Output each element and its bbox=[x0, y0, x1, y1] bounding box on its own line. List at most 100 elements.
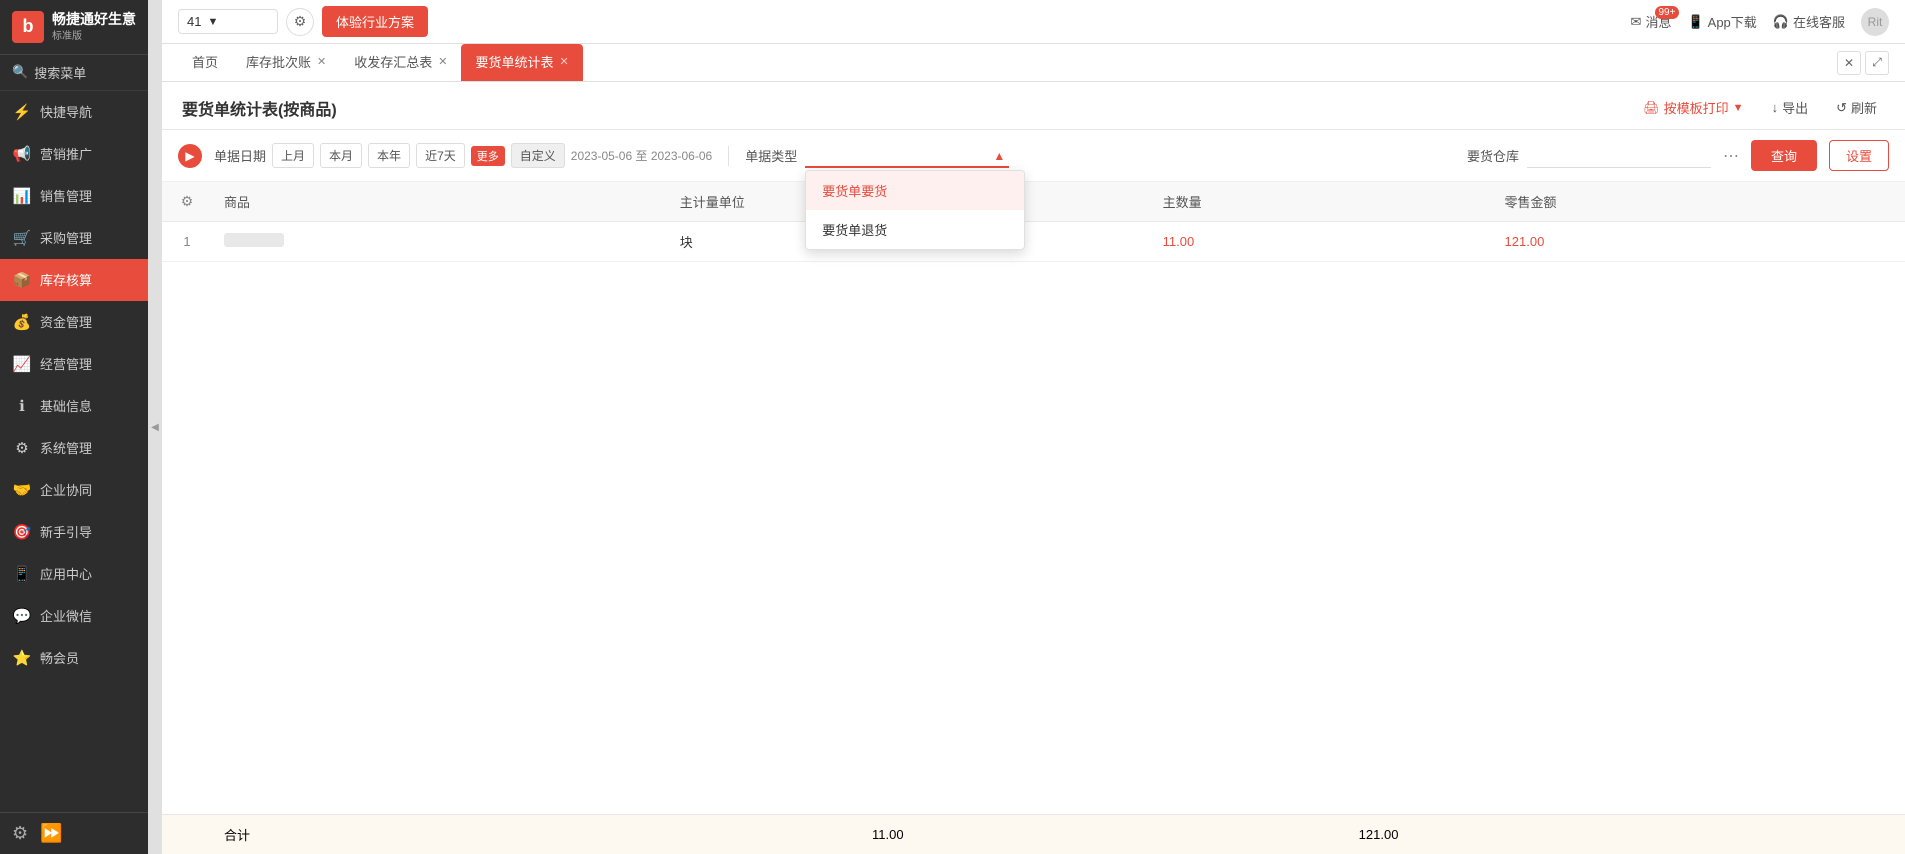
sidebar-item-2[interactable]: 📊销售管理 bbox=[0, 175, 148, 217]
nav-label-5: 资金管理 bbox=[40, 312, 92, 331]
sidebar-item-4[interactable]: 📦 库存核算 bbox=[0, 259, 148, 301]
nav-label-2: 销售管理 bbox=[40, 186, 92, 205]
sidebar-item-5[interactable]: 💰资金管理 bbox=[0, 301, 148, 343]
nav-icon-4: 📦 bbox=[12, 270, 32, 290]
col-settings[interactable]: ⚙ bbox=[162, 182, 212, 222]
sidebar-item-0[interactable]: ⚡快捷导航 bbox=[0, 91, 148, 133]
sidebar-item-11[interactable]: 📱应用中心 bbox=[0, 553, 148, 595]
sidebar-item-1[interactable]: 📢营销推广 bbox=[0, 133, 148, 175]
dropdown-item-0[interactable]: 要货单要货 bbox=[806, 171, 1024, 210]
headset-icon: 🎧 bbox=[1773, 14, 1789, 30]
sidebar-item-12[interactable]: 💬企业微信 bbox=[0, 595, 148, 637]
tabs-close-btn[interactable]: ✕ bbox=[1837, 51, 1861, 75]
sidebar-bottom: ⚙ ⏩ bbox=[0, 812, 148, 854]
table-area: ⚙ 商品 主计量单位 主数量 零售金额 1 块 11.00 121.00 bbox=[162, 182, 1905, 814]
search-menu-btn[interactable]: 🔍 搜索菜单 bbox=[0, 55, 148, 91]
tab-3[interactable]: 要货单统计表 ✕ bbox=[461, 44, 582, 81]
store-selector[interactable]: 41 ▼ bbox=[178, 9, 278, 34]
preset-this-year[interactable]: 本年 bbox=[368, 143, 410, 168]
print-btn[interactable]: 🖨 按模板打印 ▼ bbox=[1635, 94, 1751, 121]
sidebar-item-6[interactable]: 📈经营管理 bbox=[0, 343, 148, 385]
preset-this-month[interactable]: 本月 bbox=[320, 143, 362, 168]
dropdown-arrow-icon: ▼ bbox=[207, 16, 218, 28]
sidebar-item-7[interactable]: ℹ基础信息 bbox=[0, 385, 148, 427]
nav-label-4: 库存核算 bbox=[40, 270, 92, 289]
dropdown-item-1[interactable]: 要货单退货 bbox=[806, 210, 1024, 249]
collapse-icon[interactable]: ⏩ bbox=[40, 823, 62, 844]
tab-close-1[interactable]: ✕ bbox=[317, 55, 326, 68]
sidebar-item-9[interactable]: 🤝企业协同 bbox=[0, 469, 148, 511]
search-icon: 🔍 bbox=[12, 64, 28, 80]
topbar-left: 41 ▼ ⚙ 体验行业方案 bbox=[178, 6, 1619, 37]
footer-row: 合计11.00121.00 bbox=[162, 815, 1905, 854]
date-range-display: 2023-05-06 至 2023-06-06 bbox=[571, 147, 712, 164]
refresh-icon: ↺ bbox=[1836, 100, 1847, 116]
footer-total-label: 合计 bbox=[212, 815, 650, 854]
sidebar-item-13[interactable]: ⭐ 畅会员 bbox=[0, 637, 148, 679]
nav-label-11: 应用中心 bbox=[40, 564, 92, 583]
table-settings-icon[interactable]: ⚙ bbox=[181, 193, 194, 209]
preset-last-month[interactable]: 上月 bbox=[272, 143, 314, 168]
footer-quantity-val: 11.00 bbox=[860, 815, 1347, 854]
nav-label-10: 新手引导 bbox=[40, 522, 92, 541]
gear-icon: ⚙ bbox=[294, 13, 307, 30]
settings-bottom-icon[interactable]: ⚙ bbox=[12, 823, 28, 844]
sidebar-item-10[interactable]: 🎯 新手引导 bbox=[0, 511, 148, 553]
tab-close-2[interactable]: ✕ bbox=[438, 55, 447, 68]
message-btn[interactable]: ✉ 消息 99+ bbox=[1631, 12, 1672, 31]
warehouse-filter-label: 要货仓库 bbox=[1467, 146, 1519, 165]
sidebar-item-8[interactable]: ⚙系统管理 bbox=[0, 427, 148, 469]
tab-close-3[interactable]: ✕ bbox=[560, 55, 569, 68]
topbar-gear-btn[interactable]: ⚙ bbox=[286, 8, 314, 36]
cell-quantity-0: 11.00 bbox=[1151, 222, 1493, 262]
goods-blurred-0 bbox=[224, 233, 284, 247]
type-select-container: ▲ 要货单要货 要货单退货 bbox=[805, 143, 1009, 168]
tab-0[interactable]: 首页 bbox=[178, 44, 232, 81]
logo-text: 畅捷通好生意 标准版 bbox=[52, 10, 136, 44]
date-more-btn[interactable]: 更多 bbox=[471, 146, 505, 166]
nav-icon-6: 📈 bbox=[12, 354, 32, 374]
preset-7days[interactable]: 近7天 bbox=[416, 143, 465, 168]
col-amount: 零售金额 bbox=[1493, 182, 1905, 222]
export-btn[interactable]: ↓ 导出 bbox=[1764, 94, 1817, 121]
footer-empty-unit bbox=[650, 815, 860, 854]
tab-2[interactable]: 收发存汇总表✕ bbox=[340, 44, 461, 81]
topbar: 41 ▼ ⚙ 体验行业方案 ✉ 消息 99+ 📱 App下载 🎧 在线客服 bbox=[162, 0, 1905, 44]
nav-label-13: 畅会员 bbox=[40, 648, 79, 667]
nav-label-1: 营销推广 bbox=[40, 144, 92, 163]
nav-icon-8: ⚙ bbox=[12, 438, 32, 458]
nav-icon-13: ⭐ bbox=[12, 648, 32, 668]
date-filter-label: 单据日期 bbox=[214, 146, 266, 165]
cell-index-0: 1 bbox=[162, 222, 212, 262]
data-table: ⚙ 商品 主计量单位 主数量 零售金额 1 块 11.00 121.00 bbox=[162, 182, 1905, 262]
nav-label-9: 企业协同 bbox=[40, 480, 92, 499]
date-custom-btn[interactable]: 自定义 bbox=[511, 143, 565, 168]
tab-label-3: 要货单统计表 bbox=[475, 52, 553, 71]
tabs-expand-btn[interactable]: ⤢ bbox=[1865, 51, 1889, 75]
nav-label-12: 企业微信 bbox=[40, 606, 92, 625]
refresh-btn[interactable]: ↺ 刷新 bbox=[1828, 94, 1885, 121]
filter-expand-btn[interactable]: ▶ bbox=[178, 144, 202, 168]
filter-divider-1 bbox=[728, 146, 729, 166]
nav-label-0: 快捷导航 bbox=[40, 102, 92, 121]
tabs-actions: ✕ ⤢ bbox=[1837, 51, 1889, 75]
online-service-btn[interactable]: 🎧 在线客服 bbox=[1773, 12, 1845, 31]
app-download-btn[interactable]: 📱 App下载 bbox=[1687, 12, 1756, 31]
print-dropdown-icon: ▼ bbox=[1733, 102, 1744, 114]
filter-bar: ▶ 单据日期 上月 本月 本年 近7天 更多 自定义 2023-05-06 至 … bbox=[162, 130, 1905, 182]
tab-1[interactable]: 库存批次账✕ bbox=[232, 44, 340, 81]
query-btn[interactable]: 查询 bbox=[1751, 140, 1817, 171]
sidebar-nav: ⚡快捷导航📢营销推广📊销售管理🛒采购管理 📦 库存核算 💰资金管理📈经营管理ℹ基础信息… bbox=[0, 91, 148, 812]
warehouse-input[interactable] bbox=[1527, 144, 1711, 168]
nav-icon-10: 🎯 bbox=[12, 522, 32, 542]
app-icon: 📱 bbox=[1687, 14, 1703, 30]
column-settings-btn[interactable]: 设置 bbox=[1829, 140, 1889, 171]
cell-amount-0: 121.00 bbox=[1493, 222, 1905, 262]
trial-btn[interactable]: 体验行业方案 bbox=[322, 6, 428, 37]
sidebar-collapse-handle[interactable]: ◀ bbox=[148, 0, 162, 854]
filter-more-icon[interactable]: ⋯ bbox=[1719, 146, 1743, 166]
sidebar-item-3[interactable]: 🛒采购管理 bbox=[0, 217, 148, 259]
nav-icon-3: 🛒 bbox=[12, 228, 32, 248]
user-avatar[interactable]: Rit bbox=[1861, 8, 1889, 36]
type-select-input[interactable] bbox=[805, 143, 1009, 168]
